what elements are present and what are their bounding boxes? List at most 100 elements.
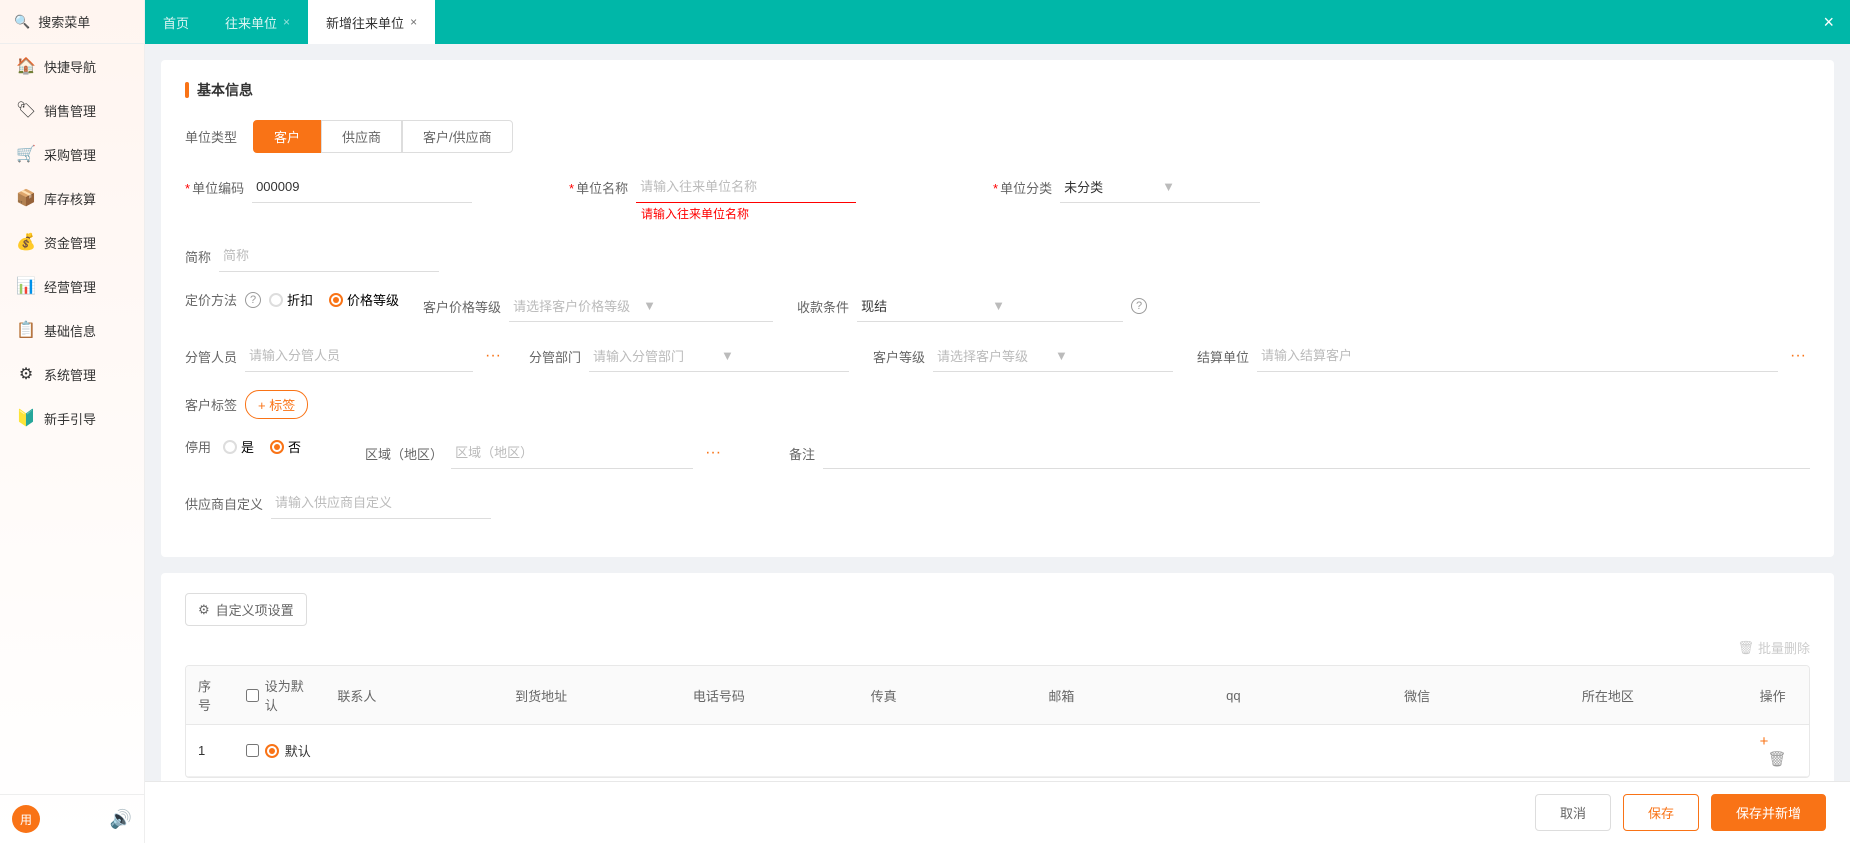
sidebar-item-inventory[interactable]: 📦 库存核算 xyxy=(0,176,144,220)
payment-condition-select[interactable]: 现结 ▼ xyxy=(857,290,1123,322)
payment-condition-label: 收款条件 xyxy=(797,297,849,316)
td-address[interactable] xyxy=(503,725,681,777)
chart-icon: 📊 xyxy=(16,276,36,296)
contact-card: ⚙ 自定义项设置 🗑 批量删除 序号 xyxy=(161,573,1834,781)
supplier-custom-input[interactable] xyxy=(271,487,491,519)
cancel-button[interactable]: 取消 xyxy=(1535,794,1611,831)
td-default: 默认 xyxy=(234,725,326,777)
sidebar-item-sales[interactable]: 🏷 销售管理 xyxy=(0,88,144,132)
settlement-unit-input[interactable] xyxy=(1257,340,1778,372)
pricing-help-icon[interactable]: ? xyxy=(245,292,261,308)
region-more-icon[interactable]: ··· xyxy=(701,444,725,462)
tab-new-counterparty-close[interactable]: × xyxy=(410,15,417,29)
td-wechat[interactable] xyxy=(1392,725,1570,777)
search-icon: 🔍 xyxy=(14,14,30,30)
td-region[interactable] xyxy=(1570,725,1748,777)
sidebar-item-operations[interactable]: 📊 经营管理 xyxy=(0,264,144,308)
type-btn-both[interactable]: 客户/供应商 xyxy=(402,120,513,153)
search-menu-label: 搜索菜单 xyxy=(38,12,90,31)
fax-input[interactable] xyxy=(871,735,1025,767)
row-region-input[interactable] xyxy=(1582,735,1736,767)
type-btn-customer[interactable]: 客户 xyxy=(253,120,321,153)
unit-category-select[interactable]: 未分类 ▼ xyxy=(1060,171,1260,203)
pricing-discount-circle xyxy=(269,293,283,307)
manager-input[interactable] xyxy=(245,340,473,372)
category-chevron-icon: ▼ xyxy=(1162,179,1256,194)
td-qq[interactable] xyxy=(1214,725,1392,777)
close-all-tabs-button[interactable]: × xyxy=(1823,12,1834,33)
save-and-new-button[interactable]: 保存并新增 xyxy=(1711,794,1826,831)
sidebar-item-purchase[interactable]: 🛒 采购管理 xyxy=(0,132,144,176)
remark-input[interactable] xyxy=(823,437,1810,469)
disabled-no-radio[interactable]: 否 xyxy=(270,437,301,456)
disabled-yes-radio[interactable]: 是 xyxy=(223,437,254,456)
address-input[interactable] xyxy=(515,735,669,767)
sidebar-item-basic[interactable]: 📋 基础信息 xyxy=(0,308,144,352)
add-row-button[interactable]: + xyxy=(1760,733,1769,750)
td-email[interactable] xyxy=(1036,725,1214,777)
tab-home[interactable]: 首页 xyxy=(145,0,207,44)
customer-level-select[interactable]: 请选择客户等级 ▼ xyxy=(933,340,1173,372)
qq-input[interactable] xyxy=(1226,735,1380,767)
customer-level-label: 客户等级 xyxy=(873,347,925,366)
contact-input[interactable] xyxy=(337,735,491,767)
settlement-more-icon[interactable]: ··· xyxy=(1786,347,1810,365)
th-email: 邮箱 xyxy=(1036,666,1214,725)
code-name-category-row: *单位编码 *单位名称 请输入往来单位名称 xyxy=(185,171,1810,222)
pricing-level-radio[interactable]: 价格等级 xyxy=(329,290,399,309)
default-radio[interactable] xyxy=(265,744,279,758)
search-menu[interactable]: 🔍 搜索菜单 xyxy=(0,0,144,44)
sidebar-item-guide[interactable]: 🔰 新手引导 xyxy=(0,396,144,440)
unit-name-input[interactable] xyxy=(636,171,856,203)
td-op: + 🗑 xyxy=(1748,725,1809,777)
sidebar-item-system[interactable]: ⚙ 系统管理 xyxy=(0,352,144,396)
select-all-checkbox[interactable] xyxy=(246,689,259,702)
add-tag-button[interactable]: + 标签 xyxy=(245,390,308,419)
basic-icon: 📋 xyxy=(16,320,36,340)
unit-code-label: *单位编码 xyxy=(185,178,244,197)
sidebar-item-quick-nav[interactable]: 🏠 快捷导航 xyxy=(0,44,144,88)
td-contact[interactable] xyxy=(325,725,503,777)
department-select[interactable]: 请输入分管部门 ▼ xyxy=(589,340,849,372)
short-name-input[interactable] xyxy=(219,240,439,272)
remark-group: 备注 xyxy=(789,437,1810,469)
customer-price-select[interactable]: 请选择客户价格等级 ▼ xyxy=(509,290,773,322)
customer-level-placeholder: 请选择客户等级 xyxy=(937,346,1051,365)
region-input[interactable] xyxy=(451,437,693,469)
tab-counterparty[interactable]: 往来单位 × xyxy=(207,0,308,44)
unit-code-input[interactable] xyxy=(252,171,472,203)
wechat-input[interactable] xyxy=(1404,735,1558,767)
type-btn-supplier[interactable]: 供应商 xyxy=(321,120,402,153)
td-fax[interactable] xyxy=(859,725,1037,777)
save-button[interactable]: 保存 xyxy=(1623,794,1699,831)
unit-type-buttons: 客户 供应商 客户/供应商 xyxy=(253,120,513,153)
cart-icon: 🛒 xyxy=(16,144,36,164)
tab-counterparty-close[interactable]: × xyxy=(283,15,290,29)
unit-code-group: *单位编码 xyxy=(185,171,545,203)
contact-table-wrapper: 序号 设为默认 联系人 到货地址 电话号码 传真 邮箱 xyxy=(185,665,1810,778)
department-label: 分管部门 xyxy=(529,347,581,366)
table-row: 1 默认 xyxy=(186,725,1809,777)
batch-delete-label: 批量删除 xyxy=(1758,638,1810,657)
delete-row-button[interactable]: 🗑 xyxy=(1768,751,1787,768)
email-input[interactable] xyxy=(1048,735,1202,767)
sidebar-label-quick-nav: 快捷导航 xyxy=(44,57,96,76)
row-checkbox[interactable] xyxy=(246,744,259,757)
manager-row: 分管人员 ··· 分管部门 请输入分管部门 ▼ 客户等级 请选择客户等级 xyxy=(185,340,1810,372)
custom-settings-button[interactable]: ⚙ 自定义项设置 xyxy=(185,593,307,626)
action-bar: 取消 保存 保存并新增 xyxy=(145,781,1850,843)
main-content: 首页 往来单位 × 新增往来单位 × × 基本信息 单位类型 客户 xyxy=(145,0,1850,843)
batch-delete-button[interactable]: 🗑 批量删除 xyxy=(1737,638,1810,657)
unit-type-group: 单位类型 客户 供应商 客户/供应商 xyxy=(185,120,513,153)
contact-table: 序号 设为默认 联系人 到货地址 电话号码 传真 邮箱 xyxy=(186,666,1809,777)
phone-input[interactable] xyxy=(693,735,847,767)
disabled-region-row: 停用 是 否 区域（地区） xyxy=(185,437,1810,469)
tab-new-counterparty[interactable]: 新增往来单位 × xyxy=(308,0,435,44)
td-phone[interactable] xyxy=(681,725,859,777)
payment-help-icon[interactable]: ? xyxy=(1131,298,1147,314)
pricing-radio-group: 折扣 价格等级 xyxy=(269,290,399,309)
pricing-discount-radio[interactable]: 折扣 xyxy=(269,290,313,309)
sidebar-item-finance[interactable]: 💰 资金管理 xyxy=(0,220,144,264)
pricing-level-label: 价格等级 xyxy=(347,290,399,309)
manager-more-icon[interactable]: ··· xyxy=(481,347,505,365)
